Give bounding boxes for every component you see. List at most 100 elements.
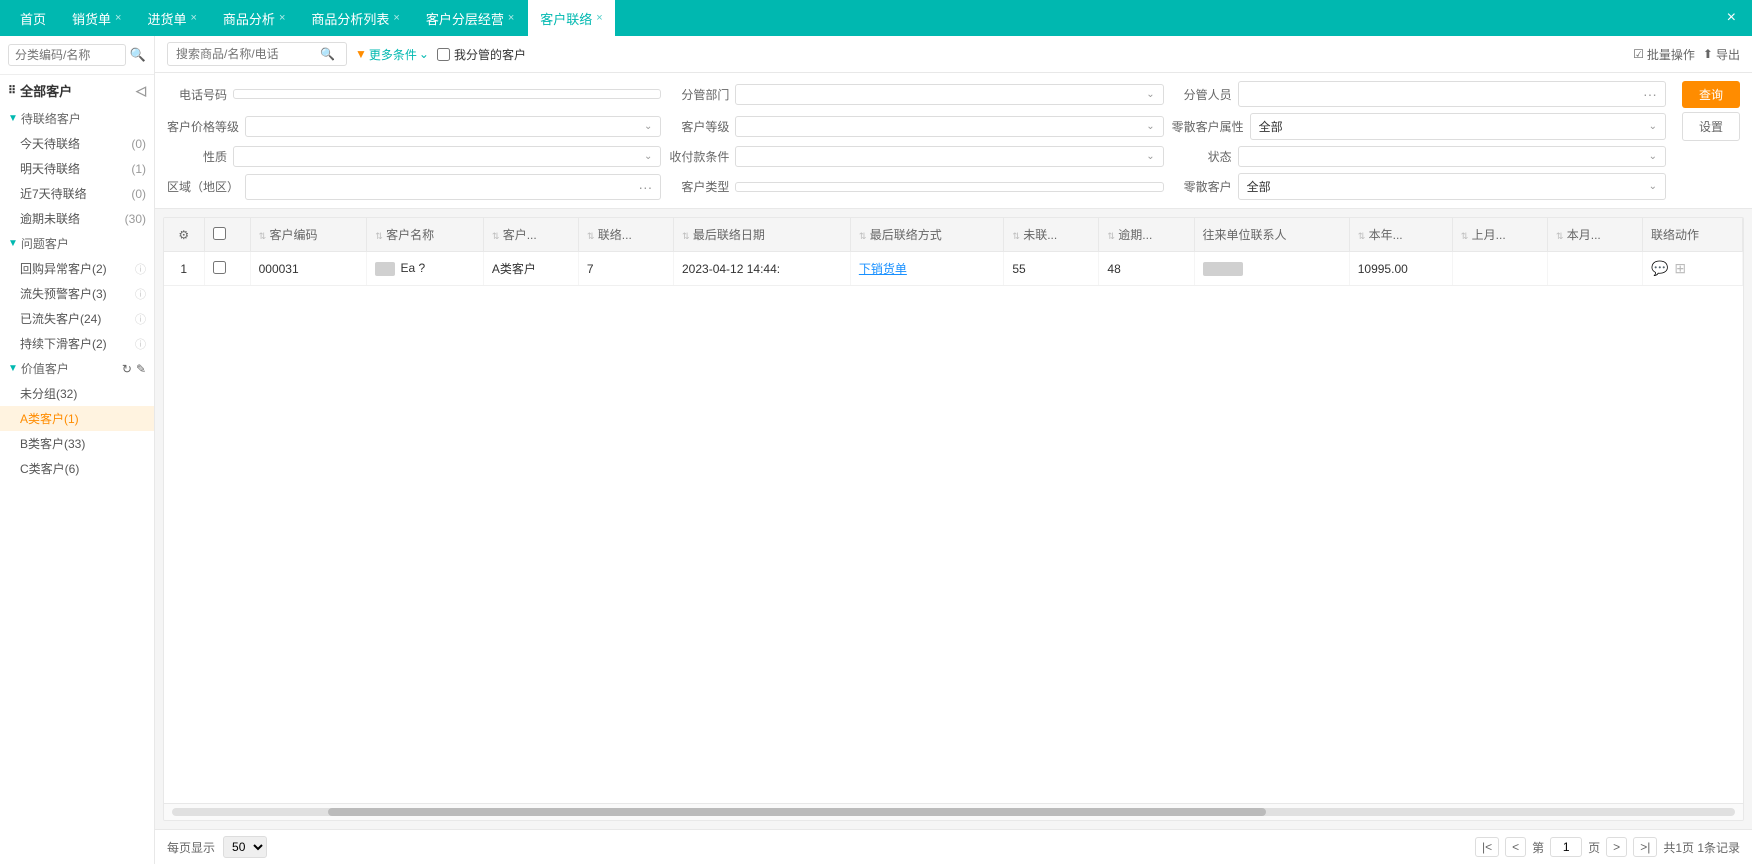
col-type[interactable]: ⇅ 客户...	[483, 218, 578, 252]
phone-input[interactable]	[233, 89, 661, 99]
col-code[interactable]: ⇅ 客户编码	[250, 218, 367, 252]
nav-product-analysis[interactable]: 商品分析 ×	[211, 0, 297, 36]
filter-person: 分管人员 ···	[1172, 81, 1666, 107]
close-icon[interactable]: ×	[596, 12, 602, 24]
col-last-contact-date[interactable]: ⇅ 最后联络日期	[674, 218, 851, 252]
sidebar-value-customer-group[interactable]: ▼ 价值客户 ↻ ✎	[0, 356, 154, 381]
region-input[interactable]: ···	[245, 174, 661, 200]
sidebar-search-input[interactable]	[8, 44, 126, 66]
col-unit-contact[interactable]: 往来单位联系人	[1194, 218, 1349, 252]
col-overdue[interactable]: ⇅ 逾期...	[1099, 218, 1194, 252]
customer-tier-input[interactable]: ⌄	[735, 116, 1163, 137]
close-icon[interactable]: ×	[190, 12, 196, 24]
filter-row-1: 电话号码 分管部门 ⌄	[167, 81, 1666, 107]
sidebar-item-overdue-contact[interactable]: 逾期未联络 (30)	[0, 206, 154, 231]
sidebar-problem-customer-group[interactable]: ▼ 问题客户	[0, 231, 154, 256]
dept-input[interactable]: ⌄	[735, 84, 1163, 105]
sidebar-item-tomorrow-pending[interactable]: 明天待联络 (1)	[0, 156, 154, 181]
sort-icon: ⇅	[859, 231, 867, 241]
info-icon: ⓘ	[135, 261, 146, 277]
edit-icon[interactable]: ✎	[136, 362, 146, 376]
nav-purchase-order[interactable]: 进货单 ×	[135, 0, 208, 36]
page-size-select[interactable]: 50	[223, 836, 267, 858]
chevron-down-icon: ⌄	[1146, 89, 1154, 100]
close-all-button[interactable]: ×	[1719, 9, 1744, 27]
sidebar-item-today-pending[interactable]: 今天待联络 (0)	[0, 131, 154, 156]
settings-button[interactable]: 设置	[1682, 112, 1740, 141]
sort-icon: ⇅	[1461, 231, 1469, 241]
gear-icon[interactable]: ⚙	[178, 228, 189, 242]
sidebar-item-churn-warning[interactable]: 流失预警客户(3) ⓘ	[0, 281, 154, 306]
main-search-icon[interactable]: 🔍	[320, 47, 335, 61]
row-checkbox[interactable]	[213, 261, 226, 274]
nature-input[interactable]: ⌄	[233, 146, 661, 167]
scattered-attr-input[interactable]: 全部 ⌄	[1250, 113, 1666, 140]
last-page-btn[interactable]: >|	[1633, 837, 1657, 857]
collapse-icon[interactable]: ◁	[136, 83, 146, 99]
scattered-input[interactable]: 全部 ⌄	[1238, 173, 1666, 200]
sidebar-item-repurchase-abnormal[interactable]: 回购异常客户(2) ⓘ	[0, 256, 154, 281]
my-customers-checkbox[interactable]: 我分管的客户	[437, 46, 526, 63]
close-icon[interactable]: ×	[508, 12, 514, 24]
prev-page-btn[interactable]: <	[1505, 837, 1526, 857]
col-name[interactable]: ⇅ 客户名称	[367, 218, 484, 252]
next-page-btn[interactable]: >	[1606, 837, 1627, 857]
filter-dept: 分管部门 ⌄	[669, 84, 1163, 105]
page-number-input[interactable]	[1550, 837, 1582, 857]
export-btn[interactable]: ⬆ 导出	[1703, 46, 1740, 63]
close-icon[interactable]: ×	[393, 12, 399, 24]
sidebar-item-b-class[interactable]: B类客户(33)	[0, 431, 154, 456]
nav-home[interactable]: 首页	[8, 0, 58, 36]
sort-icon: ⇅	[259, 231, 267, 241]
select-all-checkbox[interactable]	[213, 227, 226, 240]
col-this-month[interactable]: ⇅ 本月...	[1547, 218, 1642, 252]
info-icon: ⓘ	[135, 286, 146, 302]
more-conditions-btn[interactable]: ▼ 更多条件 ⌄	[355, 46, 429, 63]
sidebar-item-7days-pending[interactable]: 近7天待联络 (0)	[0, 181, 154, 206]
advanced-filter-panel: 电话号码 分管部门 ⌄	[155, 73, 1752, 209]
nav-product-analysis-list[interactable]: 商品分析列表 ×	[299, 0, 411, 36]
sidebar-all-customers[interactable]: ⠿ 全部客户 ◁	[0, 75, 154, 106]
filter-phone: 电话号码	[167, 86, 661, 103]
sidebar-item-churned[interactable]: 已流失客户(24) ⓘ	[0, 306, 154, 331]
top-nav-bar: 首页 销货单 × 进货单 × 商品分析 × 商品分析列表 × 客户分层经营 × …	[0, 0, 1752, 36]
qr-icon[interactable]: ⊞	[1674, 260, 1686, 277]
col-settings[interactable]: ⚙	[164, 218, 204, 252]
sidebar-item-a-class[interactable]: A类客户(1)	[0, 406, 154, 431]
page-size-label: 每页显示	[167, 839, 215, 856]
sidebar-item-declining[interactable]: 持续下滑客户(2) ⓘ	[0, 331, 154, 356]
batch-op-btn[interactable]: ☑ 批量操作	[1633, 46, 1695, 63]
price-tier-input[interactable]: ⌄	[245, 116, 661, 137]
close-icon[interactable]: ×	[279, 12, 285, 24]
scrollbar-thumb[interactable]	[328, 808, 1266, 816]
payment-input[interactable]: ⌄	[735, 146, 1163, 167]
sidebar-item-c-class[interactable]: C类客户(6)	[0, 456, 154, 481]
col-checkbox	[204, 218, 250, 252]
col-this-year[interactable]: ⇅ 本年...	[1349, 218, 1452, 252]
my-customers-check[interactable]	[437, 48, 450, 61]
refresh-icon[interactable]: ↻	[122, 362, 132, 376]
nav-customer-contact[interactable]: 客户联络 ×	[528, 0, 614, 36]
person-input[interactable]: ···	[1238, 81, 1666, 107]
main-search-input[interactable]	[176, 47, 316, 61]
close-icon[interactable]: ×	[115, 12, 121, 24]
customer-type-input[interactable]	[735, 182, 1163, 192]
col-last-month[interactable]: ⇅ 上月...	[1452, 218, 1547, 252]
col-not-contact[interactable]: ⇅ 未联...	[1004, 218, 1099, 252]
table-container: ⚙ ⇅ 客户编码 ⇅ 客户名称	[163, 217, 1744, 821]
query-button[interactable]: 查询	[1682, 81, 1740, 108]
cell-checkbox[interactable]	[204, 252, 250, 286]
first-page-btn[interactable]: |<	[1475, 837, 1499, 857]
cell-last-contact-type[interactable]: 下销货单	[850, 252, 1003, 286]
col-last-contact-type[interactable]: ⇅ 最后联络方式	[850, 218, 1003, 252]
message-icon[interactable]: 💬	[1651, 260, 1668, 277]
sidebar-pending-contact-group[interactable]: ▼ 待联络客户	[0, 106, 154, 131]
nav-sales-order[interactable]: 销货单 ×	[60, 0, 133, 36]
sidebar-search-icon[interactable]: 🔍	[130, 47, 146, 63]
horizontal-scrollbar[interactable]	[172, 808, 1735, 816]
status-input[interactable]: ⌄	[1238, 146, 1666, 167]
sidebar-item-ungrouped[interactable]: 未分组(32)	[0, 381, 154, 406]
filter-payment: 收付款条件 ⌄	[669, 146, 1163, 167]
col-contact-count[interactable]: ⇅ 联络...	[578, 218, 673, 252]
nav-customer-tier[interactable]: 客户分层经营 ×	[414, 0, 526, 36]
